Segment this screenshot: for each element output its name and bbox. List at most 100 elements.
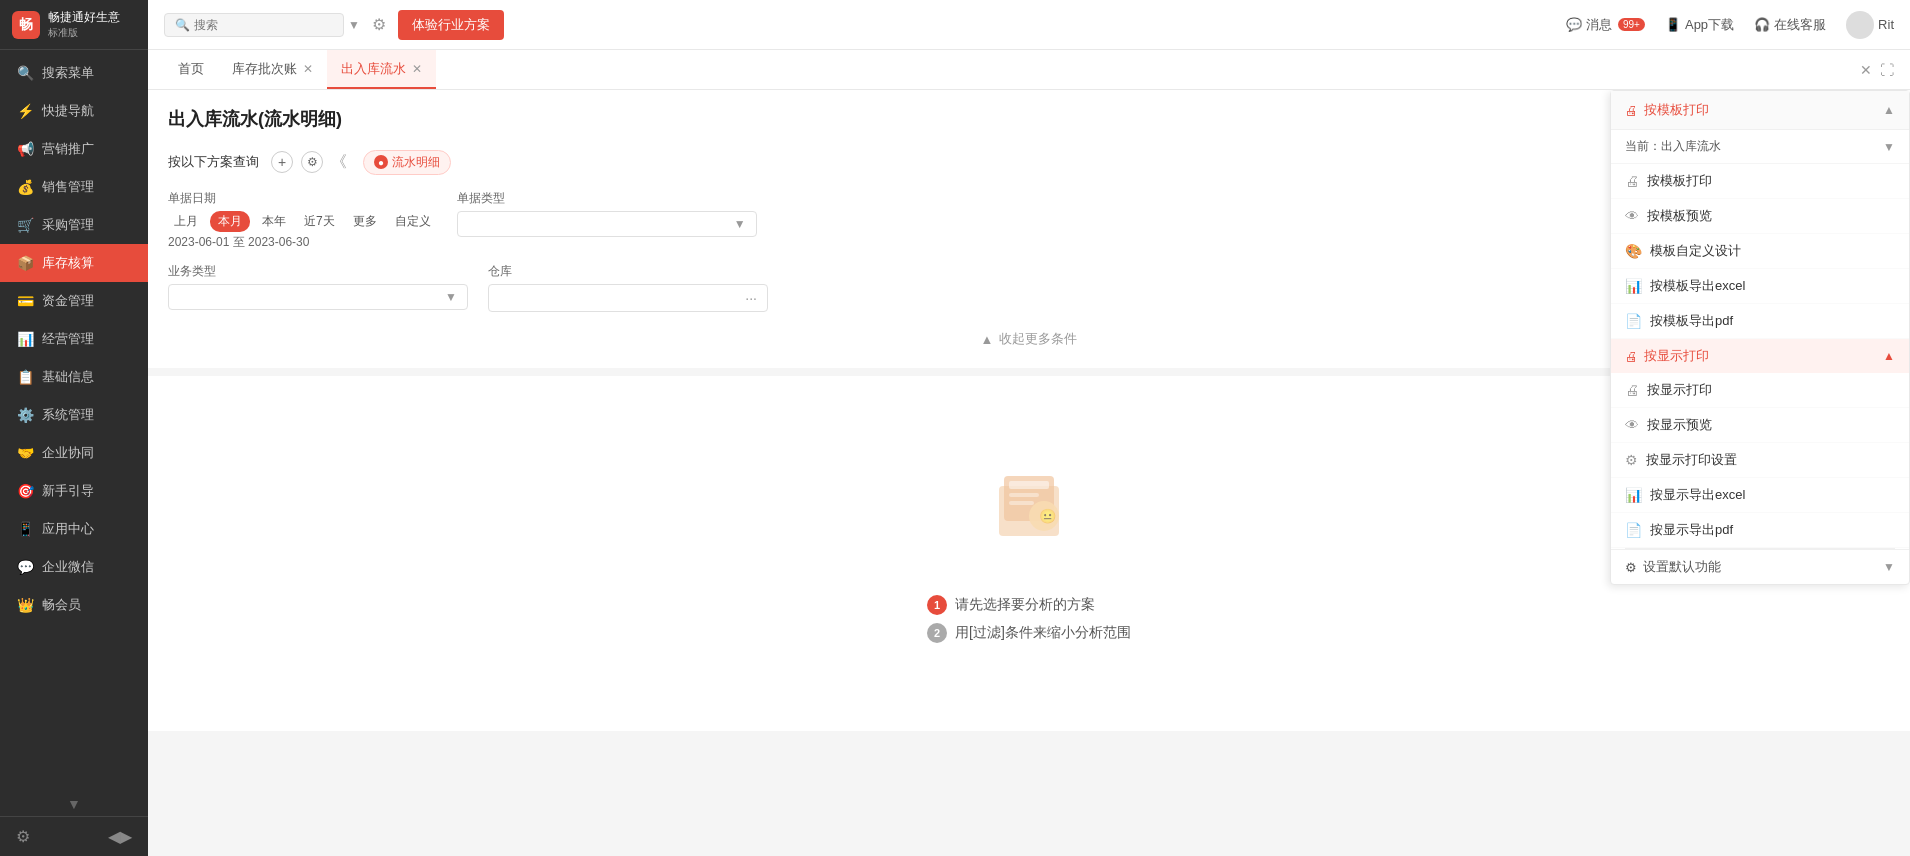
rp-template-excel[interactable]: 📊 按模板导出excel (1611, 269, 1909, 304)
topbar: 🔍 ▼ ⚙ 体验行业方案 💬 消息 99+ 📱 App下载 🎧 在线客服 Rit (148, 0, 1910, 50)
sidebar-item-search[interactable]: 🔍 搜索菜单 (0, 54, 148, 92)
basic-icon: 📋 (16, 368, 34, 386)
sidebar-item-inventory[interactable]: 📦 库存核算 (0, 244, 148, 282)
settings-icon[interactable]: ⚙ (16, 827, 30, 846)
filter-collapse-icon[interactable]: 《 (331, 152, 347, 173)
sidebar-item-operations[interactable]: 📊 经营管理 (0, 320, 148, 358)
toggle-sidebar-icon[interactable]: ◀▶ (108, 827, 132, 846)
finance-icon: 💳 (16, 292, 34, 310)
rp-display-arrow[interactable]: ▲ (1883, 349, 1895, 363)
date-last-month[interactable]: 上月 (168, 211, 204, 232)
sidebar: 畅 畅捷通好生意 标准版 🔍 搜索菜单 ⚡ 快捷导航 📢 营销推广 💰 销售管理… (0, 0, 148, 856)
date-this-month[interactable]: 本月 (210, 211, 250, 232)
message-icon: 💬 (1566, 17, 1582, 32)
sidebar-item-label: 采购管理 (42, 216, 94, 234)
sidebar-item-enterprise[interactable]: 🤝 企业协同 (0, 434, 148, 472)
rp-template-preview[interactable]: 👁 按模板预览 (1611, 199, 1909, 234)
warehouse-more-icon[interactable]: ··· (745, 290, 757, 306)
tab-maximize-icon[interactable]: ⛶ (1880, 62, 1894, 78)
sidebar-item-member[interactable]: 👑 畅会员 (0, 586, 148, 624)
sidebar-item-sales[interactable]: 💰 销售管理 (0, 168, 148, 206)
rp-header-title: 🖨 按模板打印 (1625, 101, 1709, 119)
rp-template-print[interactable]: 🖨 按模板打印 (1611, 164, 1909, 199)
user-avatar-btn[interactable]: Rit (1846, 11, 1894, 39)
step1-num: 1 (927, 595, 947, 615)
date-this-year[interactable]: 本年 (256, 211, 292, 232)
sidebar-item-finance[interactable]: 💳 资金管理 (0, 282, 148, 320)
rp-default-arrow[interactable]: ▼ (1883, 560, 1895, 574)
topbar-search-box[interactable]: 🔍 (164, 13, 344, 37)
sidebar-item-label: 企业微信 (42, 558, 94, 576)
sidebar-item-system[interactable]: ⚙️ 系统管理 (0, 396, 148, 434)
rp-display-preview[interactable]: 👁 按显示预览 (1611, 408, 1909, 443)
appstore-icon: 📱 (16, 520, 34, 538)
svg-rect-3 (1009, 493, 1039, 497)
rp-header-up-arrow[interactable]: ▲ (1883, 103, 1895, 117)
collapse-icon: ▲ (981, 332, 994, 347)
date-more[interactable]: 更多 (347, 211, 383, 232)
rp-display-section[interactable]: 🖨 按显示打印 ▲ (1611, 339, 1909, 373)
rp-ds-icon: ⚙ (1625, 452, 1638, 468)
rp-display-excel[interactable]: 📊 按显示导出excel (1611, 478, 1909, 513)
marketing-icon: 📢 (16, 140, 34, 158)
sidebar-item-basic[interactable]: 📋 基础信息 (0, 358, 148, 396)
wechat-icon: 💬 (16, 558, 34, 576)
rp-display-settings[interactable]: ⚙ 按显示打印设置 (1611, 443, 1909, 478)
date-custom[interactable]: 自定义 (389, 211, 437, 232)
rp-dpv-icon: 👁 (1625, 417, 1639, 433)
trial-btn[interactable]: 体验行业方案 (398, 10, 504, 40)
svg-rect-2 (1009, 481, 1049, 489)
tab-batch-close[interactable]: ✕ (303, 62, 313, 76)
quicknav-icon: ⚡ (16, 102, 34, 120)
sidebar-item-wechat[interactable]: 💬 企业微信 (0, 548, 148, 586)
rp-tpdf-icon: 📄 (1625, 313, 1642, 329)
guide-icon: 🎯 (16, 482, 34, 500)
sidebar-item-guide[interactable]: 🎯 新手引导 (0, 472, 148, 510)
enterprise-icon: 🤝 (16, 444, 34, 462)
date-7days[interactable]: 近7天 (298, 211, 341, 232)
biztype-select[interactable]: ▼ (168, 284, 468, 310)
rp-display-pdf[interactable]: 📄 按显示导出pdf (1611, 513, 1909, 548)
rp-display-print[interactable]: 🖨 按显示打印 (1611, 373, 1909, 408)
tab-home[interactable]: 首页 (164, 50, 218, 89)
service-btn[interactable]: 🎧 在线客服 (1754, 16, 1826, 34)
sidebar-item-marketing[interactable]: 📢 营销推广 (0, 130, 148, 168)
rp-template-custom[interactable]: 🎨 模板自定义设计 (1611, 234, 1909, 269)
sidebar-item-label: 经营管理 (42, 330, 94, 348)
rp-default-func[interactable]: ⚙ 设置默认功能 ▼ (1611, 549, 1909, 584)
rp-current-arrow[interactable]: ▼ (1883, 140, 1895, 154)
sidebar-item-label: 营销推广 (42, 140, 94, 158)
filter-tag-icon: ● (374, 155, 388, 169)
filter-label: 按以下方案查询 (168, 153, 259, 171)
tabs: 首页 库存批次账 ✕ 出入库流水 ✕ ✕ ⛶ (148, 50, 1910, 90)
tab-flow[interactable]: 出入库流水 ✕ (327, 50, 436, 89)
doctype-select[interactable]: ▼ (457, 211, 757, 237)
system-icon: ⚙️ (16, 406, 34, 424)
filter-add-btn[interactable]: + (271, 151, 293, 173)
filter-tag: ● 流水明细 (363, 150, 451, 175)
tab-close-icon[interactable]: ✕ (1860, 62, 1872, 78)
sidebar-item-appstore[interactable]: 📱 应用中心 (0, 510, 148, 548)
sidebar-item-purchase[interactable]: 🛒 采购管理 (0, 206, 148, 244)
app-download-btn[interactable]: 📱 App下载 (1665, 16, 1734, 34)
rp-display-icon: 🖨 (1625, 349, 1638, 364)
warehouse-select[interactable]: ··· (488, 284, 768, 312)
topbar-gear-icon[interactable]: ⚙ (372, 15, 386, 34)
page-title: 出入库流水(流水明细) (168, 107, 342, 131)
topbar-chevron-icon[interactable]: ▼ (348, 18, 360, 32)
operations-icon: 📊 (16, 330, 34, 348)
filter-gear-btn[interactable]: ⚙ (301, 151, 323, 173)
search-input[interactable] (194, 18, 324, 32)
sidebar-item-quicknav[interactable]: ⚡ 快捷导航 (0, 92, 148, 130)
sidebar-item-label: 快捷导航 (42, 102, 94, 120)
date-label: 单据日期 (168, 190, 437, 207)
tab-flow-close[interactable]: ✕ (412, 62, 422, 76)
rp-template-pdf[interactable]: 📄 按模板导出pdf (1611, 304, 1909, 339)
rp-header: 🖨 按模板打印 ▲ (1611, 91, 1909, 130)
biztype-chevron-icon: ▼ (445, 290, 457, 304)
logo-icon: 畅 (12, 11, 40, 39)
sidebar-scroll-down[interactable]: ▼ (0, 792, 148, 816)
tab-batch[interactable]: 库存批次账 ✕ (218, 50, 327, 89)
message-btn[interactable]: 💬 消息 99+ (1566, 16, 1645, 34)
page-content: 出入库流水(流水明细) 🖨 按模板打印 ▲ 📤 导出 🔄 刷新 (148, 90, 1910, 856)
